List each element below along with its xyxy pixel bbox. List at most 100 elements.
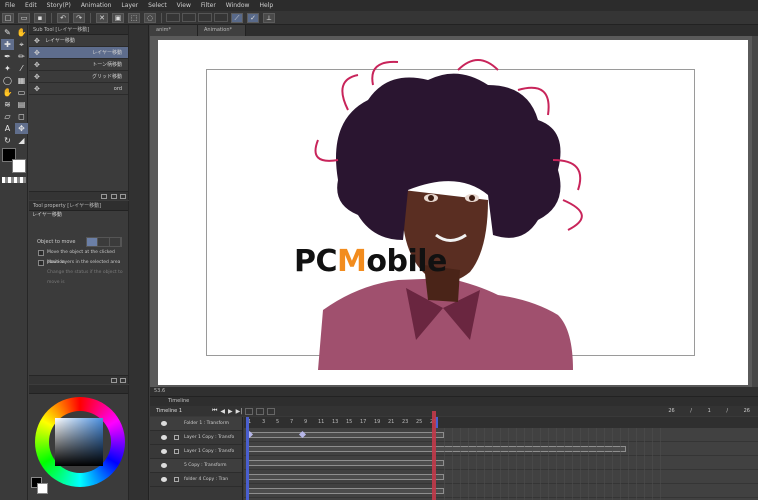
operation-icon[interactable]: ✚ <box>1 39 14 50</box>
play-icon[interactable]: ▶ <box>228 408 233 415</box>
new-subtool-icon[interactable] <box>101 194 107 199</box>
save-icon[interactable]: ▪ <box>34 12 46 23</box>
menu-view[interactable]: View <box>172 2 196 9</box>
document-tab[interactable]: Animation* <box>198 25 246 36</box>
detail-icon[interactable] <box>120 378 126 383</box>
figure-icon[interactable]: ▱ <box>1 111 14 122</box>
toolbar-slot[interactable] <box>182 13 196 22</box>
menu-file[interactable]: File <box>0 2 20 9</box>
move-clicked-object-option[interactable]: Move the object at the clicked position <box>29 248 128 265</box>
text-icon[interactable]: A <box>1 123 14 134</box>
new-cel-button[interactable] <box>267 407 276 415</box>
saturation-value-square[interactable] <box>55 418 103 466</box>
menu-help[interactable]: Help <box>254 2 278 9</box>
clip-bar[interactable] <box>248 488 444 494</box>
sub-color-chip[interactable] <box>37 483 48 494</box>
change-status-option: Change the status if the object to move … <box>29 268 128 285</box>
sub-tool-item-extra[interactable]: ✥ ord <box>29 83 128 95</box>
lock-icon[interactable] <box>174 435 179 440</box>
toolbar-slot[interactable] <box>166 13 180 22</box>
menu-animation[interactable]: Animation <box>76 2 117 9</box>
snap-ruler-icon[interactable]: ⟋ <box>231 12 243 23</box>
visibility-eye-icon[interactable] <box>161 463 167 468</box>
pencil-icon[interactable]: ✏ <box>15 51 28 62</box>
hue-ring[interactable] <box>35 397 125 487</box>
timeline-name[interactable]: Timeline 1 <box>156 408 182 414</box>
object-to-move-selector[interactable] <box>86 237 122 247</box>
vertical-scrollbar[interactable] <box>752 36 758 387</box>
pen-icon[interactable]: ✒ <box>1 51 14 62</box>
eyedropper-icon[interactable]: ⌖ <box>15 39 28 50</box>
frame-icon[interactable]: ◻ <box>15 111 28 122</box>
undo-icon[interactable]: ↶ <box>57 12 69 23</box>
open-folder-icon[interactable]: ▭ <box>18 12 30 23</box>
menu-story[interactable]: Story(P) <box>42 2 76 9</box>
loop-toggle[interactable] <box>245 407 254 415</box>
correct-line-icon[interactable]: ↻ <box>1 135 14 146</box>
visibility-eye-icon[interactable] <box>161 421 167 426</box>
toolbar-slot[interactable] <box>214 13 228 22</box>
brush-icon[interactable]: ✦ <box>1 63 14 74</box>
timeline-row[interactable]: folder 4 Copy : Tran <box>150 473 242 487</box>
menu-filter[interactable]: Filter <box>196 2 221 9</box>
wrench-icon[interactable] <box>111 378 117 383</box>
lock-icon[interactable] <box>174 449 179 454</box>
next-frame-icon[interactable]: ▶| <box>236 408 243 415</box>
transform-icon[interactable]: ⬚ <box>128 12 140 23</box>
transparent-color-swatch[interactable] <box>2 177 26 183</box>
menu-select[interactable]: Select <box>143 2 172 9</box>
lock-icon[interactable] <box>174 477 179 482</box>
gradient-icon[interactable]: ▤ <box>15 99 28 110</box>
clip-bar[interactable] <box>248 432 444 438</box>
new-file-icon[interactable]: □ <box>2 12 14 23</box>
checkbox[interactable] <box>38 250 44 256</box>
canvas-paper[interactable]: PCMobile <box>158 40 748 385</box>
visibility-eye-icon[interactable] <box>161 477 167 482</box>
layer-move-icon[interactable]: ✥ <box>15 123 28 134</box>
zoom-readout[interactable]: 53.6 <box>154 388 165 394</box>
sub-tool-group[interactable]: ✥ レイヤー移動 <box>29 35 128 47</box>
sub-tool-item-tone-move[interactable]: ✥ トーン柄移動 <box>29 59 128 71</box>
menu-window[interactable]: Window <box>221 2 255 9</box>
deselect-icon[interactable]: ◌ <box>144 12 156 23</box>
timeline-row[interactable]: Folder 1 : Transform <box>150 417 242 431</box>
redo-icon[interactable]: ↷ <box>73 12 85 23</box>
sub-tool-item-grid-move[interactable]: ✥ グリッド移動 <box>29 71 128 83</box>
document-tab[interactable]: anim* <box>150 25 198 36</box>
toolbar-slot[interactable] <box>198 13 212 22</box>
frame-ruler[interactable]: 1 3 5 7 9 11 13 15 17 19 21 23 25 26 <box>244 417 758 428</box>
first-frame-icon[interactable]: ⏮ <box>212 407 217 415</box>
lasso-icon[interactable]: ◯ <box>1 75 14 86</box>
copy-subtool-icon[interactable] <box>111 194 117 199</box>
clip-bar[interactable] <box>248 474 444 480</box>
timeline-row[interactable]: Layer 1 Copy : Transfo <box>150 431 242 445</box>
clear-icon[interactable]: ✕ <box>96 12 108 23</box>
zoom-icon[interactable]: ✎ <box>1 27 14 38</box>
airbrush-icon[interactable]: ⁄ <box>15 63 28 74</box>
move-selected-area-option[interactable]: Move layers in the selected area <box>29 258 128 268</box>
timeline-row[interactable]: 5 Copy : Transform <box>150 459 242 473</box>
playhead[interactable] <box>432 411 436 500</box>
onion-skin-toggle[interactable] <box>256 407 265 415</box>
delete-subtool-icon[interactable] <box>120 194 126 199</box>
checkbox[interactable] <box>38 260 44 266</box>
move-icon[interactable]: ✋ <box>15 27 28 38</box>
timeline-row[interactable]: Layer 1 Copy : Transfo <box>150 445 242 459</box>
ruler-icon[interactable]: ◢ <box>15 135 28 146</box>
menu-edit[interactable]: Edit <box>20 2 42 9</box>
fill-bucket-icon[interactable]: ▦ <box>15 75 28 86</box>
fill-icon[interactable]: ▣ <box>112 12 124 23</box>
start-frame-marker[interactable] <box>246 417 249 500</box>
clip-bar[interactable] <box>248 460 444 466</box>
blend-icon[interactable]: ≋ <box>1 99 14 110</box>
visibility-eye-icon[interactable] <box>161 449 167 454</box>
visibility-eye-icon[interactable] <box>161 435 167 440</box>
snap-special-icon[interactable]: ⟂ <box>263 12 275 23</box>
eraser-icon[interactable]: ▭ <box>15 87 28 98</box>
prev-frame-icon[interactable]: ◀ <box>220 408 225 415</box>
hand-icon[interactable]: ✋ <box>1 87 14 98</box>
sub-color-swatch[interactable] <box>12 159 26 173</box>
sub-tool-item-layer-move[interactable]: ✥ レイヤー移動 <box>29 47 128 59</box>
menu-layer[interactable]: Layer <box>116 2 143 9</box>
snap-grid-icon[interactable]: ✓ <box>247 12 259 23</box>
